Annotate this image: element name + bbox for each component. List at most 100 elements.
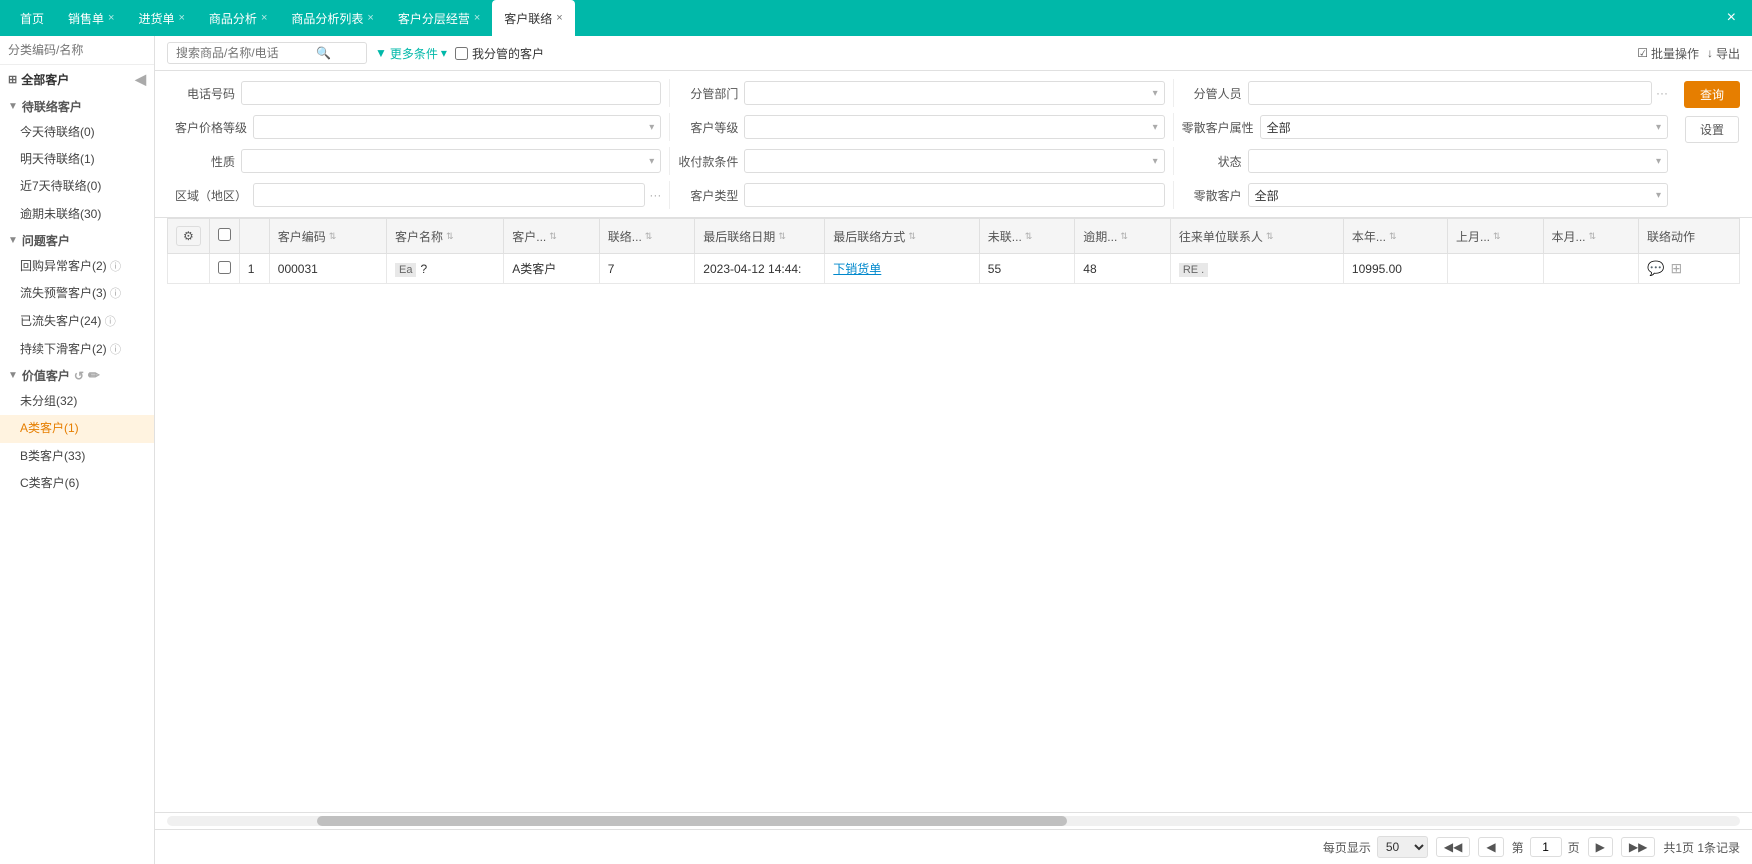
my-customers-checkbox-label[interactable]: 我分管的客户 — [455, 45, 544, 62]
qr-icon[interactable]: ⊞ — [1670, 260, 1682, 277]
sidebar-item-c-class[interactable]: C类客户(6) — [0, 470, 154, 497]
sidebar-search-input[interactable] — [8, 43, 155, 57]
filter-price-select[interactable]: ▾ — [253, 115, 661, 139]
sidebar-all-customers[interactable]: ⊞ 全部客户 ◀ — [0, 65, 154, 94]
sidebar-item-lost[interactable]: 已流失客户(24) ⓘ — [0, 308, 154, 336]
sort-icon-thismonth: ⇅ — [1589, 231, 1597, 242]
sidebar-item-overdue[interactable]: 逾期未联络(30) — [0, 201, 154, 228]
sidebar-group-pending[interactable]: ▼ 待联络客户 — [0, 94, 154, 119]
table-settings-button[interactable]: ⚙ — [176, 226, 201, 246]
th-last-month[interactable]: 上月... ⇅ — [1447, 219, 1543, 254]
batch-op-button[interactable]: ☑ 批量操作 — [1637, 45, 1699, 62]
th-last-contact-date[interactable]: 最后联络日期 ⇅ — [695, 219, 825, 254]
triangle-icon-3: ▼ — [8, 370, 18, 381]
filter-dept-select[interactable]: ▾ — [744, 81, 1164, 105]
filter-region-label: 区域（地区） — [175, 187, 247, 204]
th-no-contact[interactable]: 未联... ⇅ — [979, 219, 1075, 254]
edit-icon[interactable]: ✏ — [88, 367, 100, 384]
last-page-button[interactable]: ▶▶ — [1621, 837, 1655, 857]
sidebar-item-tomorrow[interactable]: 明天待联络(1) — [0, 146, 154, 173]
sidebar-item-ungrouped[interactable]: 未分组(32) — [0, 388, 154, 415]
contact-method-link[interactable]: 下销货单 — [833, 262, 881, 276]
sort-icon-contact: ⇅ — [645, 231, 653, 242]
filter-ctype-input[interactable] — [744, 183, 1164, 207]
row-checkbox[interactable] — [218, 261, 231, 274]
sidebar-collapse-btn[interactable]: ◀ — [135, 71, 146, 88]
total-records-label: 共1页 1条记录 — [1663, 839, 1740, 856]
sidebar-item-7days[interactable]: 近7天待联络(0) — [0, 173, 154, 200]
nav-product-analysis[interactable]: 商品分析 × — [197, 0, 279, 36]
nav-home[interactable]: 首页 — [8, 0, 56, 36]
nav-customer-contact[interactable]: 客户联络 × — [492, 0, 574, 36]
filter-level-select[interactable]: ▾ — [744, 115, 1164, 139]
th-customer-type[interactable]: 客户... ⇅ — [504, 219, 600, 254]
my-customers-checkbox[interactable] — [455, 47, 468, 60]
filter-retail-attr-select[interactable]: 全部 ▾ — [1260, 115, 1668, 139]
th-contact-action: 联络动作 — [1639, 219, 1740, 254]
th-this-month[interactable]: 本月... ⇅ — [1543, 219, 1639, 254]
row-action-icons: 💬 ⊞ — [1647, 260, 1731, 277]
th-customer-name[interactable]: 客户名称 ⇅ — [387, 219, 504, 254]
query-button[interactable]: 查询 — [1684, 81, 1740, 108]
sidebar-item-abnormal[interactable]: 回购异常客户(2) ⓘ — [0, 253, 154, 281]
next-page-button[interactable]: ▶ — [1588, 837, 1613, 857]
nav-purchase-close[interactable]: × — [178, 12, 184, 24]
row-code: 000031 — [269, 254, 386, 284]
filter-manager-input[interactable] — [1248, 81, 1652, 105]
horizontal-scrollbar[interactable] — [167, 816, 1740, 826]
nav-product-list-close[interactable]: × — [367, 12, 373, 24]
th-last-contact-method[interactable]: 最后联络方式 ⇅ — [825, 219, 979, 254]
nav-product-list[interactable]: 商品分析列表 × — [279, 0, 385, 36]
filter-phone-input[interactable] — [241, 81, 661, 105]
th-contact-count[interactable]: 联络... ⇅ — [599, 219, 695, 254]
prev-page-button[interactable]: ◀ — [1478, 837, 1503, 857]
sidebar-group-problems[interactable]: ▼ 问题客户 — [0, 228, 154, 253]
th-gear[interactable]: ⚙ — [168, 219, 210, 254]
sidebar-item-a-class[interactable]: A类客户(1) — [0, 415, 154, 442]
sidebar-item-declining[interactable]: 持续下滑客户(2) ⓘ — [0, 336, 154, 364]
th-this-year[interactable]: 本年... ⇅ — [1343, 219, 1447, 254]
page-number-input[interactable] — [1530, 837, 1562, 857]
row-last-method[interactable]: 下销货单 — [825, 254, 979, 284]
th-overdue[interactable]: 逾期... ⇅ — [1075, 219, 1171, 254]
first-page-button[interactable]: ◀◀ — [1436, 837, 1470, 857]
nav-product-analysis-close[interactable]: × — [261, 12, 267, 24]
row-checkbox-cell[interactable] — [209, 254, 239, 284]
sidebar-item-b-class[interactable]: B类客户(33) — [0, 443, 154, 470]
th-checkbox[interactable] — [209, 219, 239, 254]
top-nav: 首页 销售单 × 进货单 × 商品分析 × 商品分析列表 × 客户分层经营 × … — [0, 0, 1752, 36]
nav-customer-contact-close[interactable]: × — [556, 12, 562, 24]
sidebar-item-today[interactable]: 今天待联络(0) — [0, 119, 154, 146]
th-customer-code[interactable]: 客户编码 ⇅ — [269, 219, 386, 254]
table-row: 1 000031 Ea? A类客户 7 2023-04-12 14:44: 下销… — [168, 254, 1740, 284]
export-button[interactable]: ↓ 导出 — [1707, 45, 1740, 62]
filter-retail-select[interactable]: 全部 ▾ — [1248, 183, 1668, 207]
filter-region-input[interactable] — [253, 183, 645, 207]
window-close-button[interactable]: × — [1719, 9, 1744, 27]
select-all-checkbox[interactable] — [218, 228, 231, 241]
sidebar-group-value[interactable]: ▼ 价值客户 ↺ ✏ — [0, 363, 154, 388]
filter-customer-level: 客户等级 ▾ — [670, 113, 1173, 141]
filter-price-level: 客户价格等级 ▾ — [167, 113, 670, 141]
more-filter-button[interactable]: ▼ 更多条件 ▾ — [375, 45, 447, 62]
th-contacts-unit[interactable]: 往来单位联系人 ⇅ — [1170, 219, 1343, 254]
refresh-icon[interactable]: ↺ — [74, 369, 84, 383]
message-icon[interactable]: 💬 — [1647, 260, 1664, 277]
nav-sales-close[interactable]: × — [108, 12, 114, 24]
retail-arrow: ▾ — [1656, 190, 1661, 201]
scrollbar-thumb[interactable] — [317, 816, 1067, 826]
filter-nature-select[interactable]: ▾ — [241, 149, 661, 173]
search-icon[interactable]: 🔍 — [316, 46, 331, 60]
nav-customer-segment-close[interactable]: × — [474, 12, 480, 24]
nav-customer-segment[interactable]: 客户分层经营 × — [386, 0, 492, 36]
filter-status-select[interactable]: ▾ — [1248, 149, 1668, 173]
region-dots-button[interactable]: ··· — [649, 188, 661, 202]
manager-dots-button[interactable]: ··· — [1656, 86, 1668, 100]
nav-sales[interactable]: 销售单 × — [56, 0, 126, 36]
filter-payment-select[interactable]: ▾ — [744, 149, 1164, 173]
nav-purchase[interactable]: 进货单 × — [126, 0, 196, 36]
sidebar-item-warning[interactable]: 流失预警客户(3) ⓘ — [0, 280, 154, 308]
per-page-select[interactable]: 50 100 200 — [1377, 836, 1428, 858]
settings-button[interactable]: 设置 — [1685, 116, 1739, 143]
search-input[interactable] — [176, 46, 316, 60]
